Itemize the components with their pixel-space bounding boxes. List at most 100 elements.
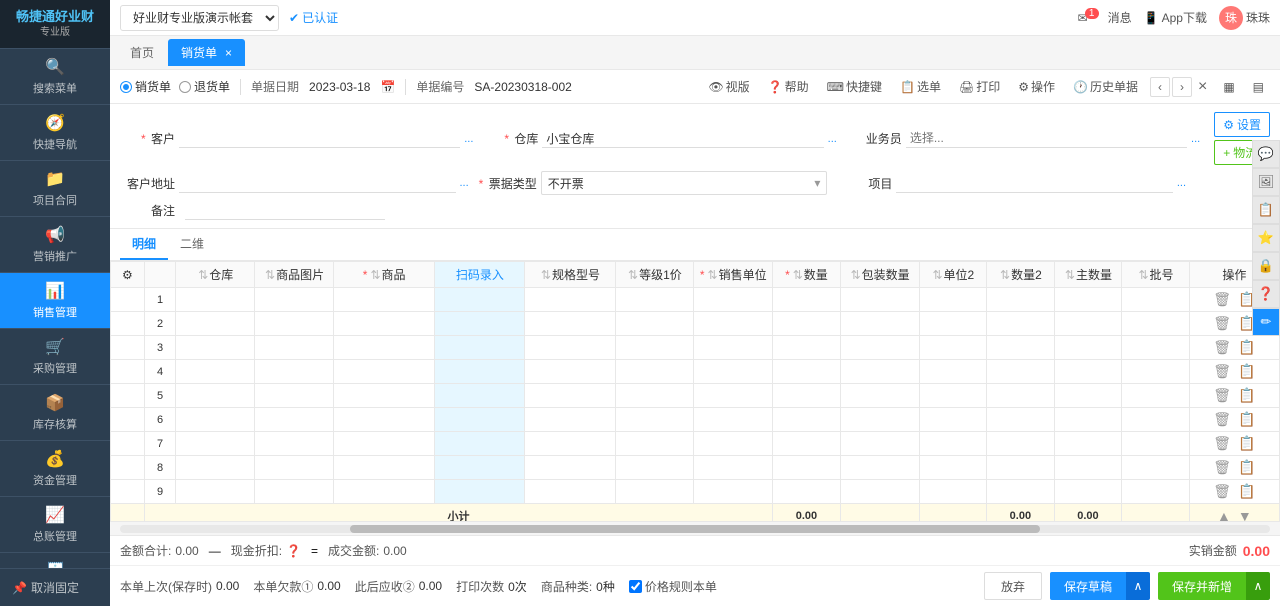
- address-lookup-button[interactable]: ...: [460, 177, 469, 189]
- row-qty-2[interactable]: [773, 312, 841, 336]
- row-product-7[interactable]: [333, 432, 434, 456]
- save-new-button[interactable]: 保存并新增: [1158, 572, 1246, 600]
- save-draft-button[interactable]: 保存草稿: [1050, 572, 1126, 600]
- sidebar-item-7[interactable]: 💰资金管理: [0, 441, 110, 497]
- row-price-7[interactable]: [615, 432, 694, 456]
- project-lookup-button[interactable]: ...: [1177, 177, 1186, 189]
- row-product-5[interactable]: [333, 384, 434, 408]
- row-warehouse-7[interactable]: [176, 432, 255, 456]
- row-main-qty-3[interactable]: [1054, 336, 1122, 360]
- row-spec-9[interactable]: [525, 480, 615, 504]
- delete-icon-5[interactable]: 🗑: [1213, 387, 1231, 403]
- grid-view-button[interactable]: ▦: [1217, 78, 1240, 96]
- row-barcode-9[interactable]: [435, 480, 525, 504]
- th-unit[interactable]: *⇅销售单位: [694, 262, 773, 288]
- row-warehouse-4[interactable]: [176, 360, 255, 384]
- abandon-button[interactable]: 放弃: [984, 572, 1042, 600]
- row-unit-8[interactable]: [694, 456, 773, 480]
- row-price-5[interactable]: [615, 384, 694, 408]
- list-view-button[interactable]: ▤: [1247, 78, 1270, 96]
- copy-icon-4[interactable]: 📋: [1238, 363, 1255, 379]
- print-button[interactable]: 🖨 打印: [953, 76, 1006, 97]
- user-avatar[interactable]: 珠 珠珠: [1219, 6, 1270, 30]
- row-product-6[interactable]: [333, 408, 434, 432]
- delete-icon-3[interactable]: 🗑: [1213, 339, 1231, 355]
- home-tab[interactable]: 首页: [118, 40, 166, 65]
- address-input[interactable]: [179, 174, 456, 193]
- right-tool-image[interactable]: 🖼: [1252, 168, 1280, 196]
- row-price-8[interactable]: [615, 456, 694, 480]
- delete-icon-9[interactable]: 🗑: [1213, 483, 1231, 499]
- row-main-qty-6[interactable]: [1054, 408, 1122, 432]
- row-qty-8[interactable]: [773, 456, 841, 480]
- row-price-3[interactable]: [615, 336, 694, 360]
- th-qty[interactable]: *⇅数量: [773, 262, 841, 288]
- right-tool-star[interactable]: ⭐: [1252, 224, 1280, 252]
- tab-erwei[interactable]: 二维: [168, 229, 216, 260]
- row-product-4[interactable]: [333, 360, 434, 384]
- row-warehouse-2[interactable]: [176, 312, 255, 336]
- row-spec-5[interactable]: [525, 384, 615, 408]
- row-batch-3[interactable]: [1122, 336, 1190, 360]
- choose-order-button[interactable]: 📋 选单: [894, 76, 947, 97]
- project-input[interactable]: [896, 174, 1173, 193]
- row-batch-9[interactable]: [1122, 480, 1190, 504]
- row-barcode-3[interactable]: [435, 336, 525, 360]
- copy-icon-9[interactable]: 📋: [1238, 483, 1255, 499]
- row-unit-3[interactable]: [694, 336, 773, 360]
- row-batch-1[interactable]: [1122, 288, 1190, 312]
- row-qty2-1[interactable]: [987, 288, 1055, 312]
- delete-icon-4[interactable]: 🗑: [1213, 363, 1231, 379]
- row-warehouse-9[interactable]: [176, 480, 255, 504]
- row-unit-7[interactable]: [694, 432, 773, 456]
- price-check-label[interactable]: 价格规则本单: [629, 578, 717, 595]
- row-unit-1[interactable]: [694, 288, 773, 312]
- row-barcode-2[interactable]: [435, 312, 525, 336]
- sidebar-item-2[interactable]: 📁项目合同: [0, 161, 110, 217]
- row-product-3[interactable]: [333, 336, 434, 360]
- row-product-2[interactable]: [333, 312, 434, 336]
- row-main-qty-1[interactable]: [1054, 288, 1122, 312]
- row-qty-7[interactable]: [773, 432, 841, 456]
- close-form-button[interactable]: ×: [1194, 77, 1211, 97]
- row-qty2-6[interactable]: [987, 408, 1055, 432]
- th-settings[interactable]: ⚙: [111, 262, 145, 288]
- row-barcode-6[interactable]: [435, 408, 525, 432]
- th-unit2[interactable]: ⇅单位2: [919, 262, 987, 288]
- row-qty2-3[interactable]: [987, 336, 1055, 360]
- row-batch-6[interactable]: [1122, 408, 1190, 432]
- row-unit-6[interactable]: [694, 408, 773, 432]
- customer-lookup-button[interactable]: ...: [464, 133, 473, 145]
- row-pack-7[interactable]: [840, 432, 919, 456]
- scrollbar-thumb[interactable]: [350, 525, 1040, 533]
- sidebar-item-3[interactable]: 📢营销推广: [0, 217, 110, 273]
- row-spec-8[interactable]: [525, 456, 615, 480]
- row-spec-2[interactable]: [525, 312, 615, 336]
- row-qty2-4[interactable]: [987, 360, 1055, 384]
- row-qty-6[interactable]: [773, 408, 841, 432]
- row-warehouse-3[interactable]: [176, 336, 255, 360]
- row-pack-6[interactable]: [840, 408, 919, 432]
- settings-button[interactable]: ⚙ 设置: [1214, 112, 1270, 137]
- th-barcode[interactable]: 扫码录入: [435, 262, 525, 288]
- row-batch-2[interactable]: [1122, 312, 1190, 336]
- row-spec-1[interactable]: [525, 288, 615, 312]
- row-pack-9[interactable]: [840, 480, 919, 504]
- row-unit2-1[interactable]: [919, 288, 987, 312]
- th-pack[interactable]: ⇅包装数量: [840, 262, 919, 288]
- sidebar-item-6[interactable]: 📦库存核算: [0, 385, 110, 441]
- price-check-checkbox[interactable]: [629, 580, 642, 593]
- row-main-qty-4[interactable]: [1054, 360, 1122, 384]
- delete-icon-6[interactable]: 🗑: [1213, 411, 1231, 427]
- copy-icon-7[interactable]: 📋: [1238, 435, 1255, 451]
- th-product[interactable]: *⇅商品: [333, 262, 434, 288]
- right-tool-help[interactable]: ❓: [1252, 280, 1280, 308]
- scroll-down-icon[interactable]: ▼: [1238, 508, 1252, 522]
- row-unit2-7[interactable]: [919, 432, 987, 456]
- row-pack-1[interactable]: [840, 288, 919, 312]
- row-unit2-3[interactable]: [919, 336, 987, 360]
- row-unit-5[interactable]: [694, 384, 773, 408]
- row-warehouse-6[interactable]: [176, 408, 255, 432]
- delete-icon-2[interactable]: 🗑: [1213, 315, 1231, 331]
- radio-return-order[interactable]: 退货单: [179, 78, 230, 95]
